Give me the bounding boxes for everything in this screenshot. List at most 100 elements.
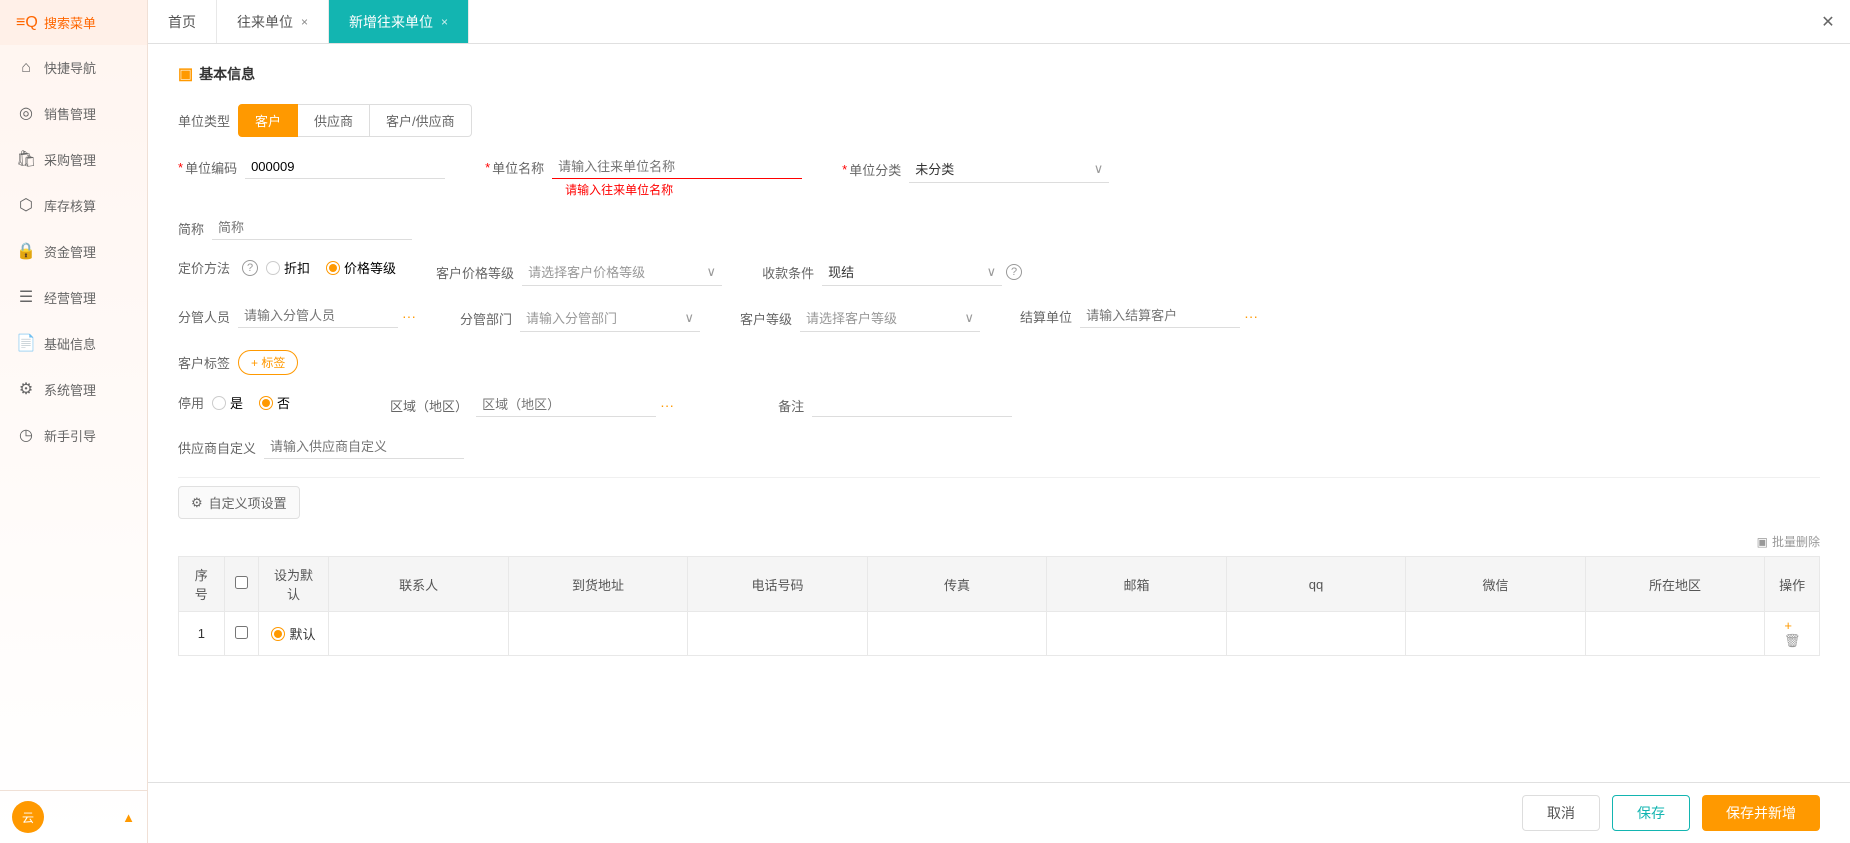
code-input[interactable] [245, 155, 445, 179]
dept-select[interactable]: 请输入分管部门 ∨ [520, 304, 700, 332]
col-email: 邮箱 [1047, 557, 1226, 612]
sidebar-item-sales[interactable]: ◎ 销售管理 [0, 90, 147, 136]
unit-type-label: 单位类型 [178, 111, 230, 130]
table-select-all[interactable] [235, 576, 248, 589]
cell-check [224, 612, 258, 656]
radio-price-level[interactable]: 价格等级 [326, 258, 396, 277]
shortname-input[interactable] [212, 216, 412, 240]
region-input[interactable] [476, 393, 656, 417]
contact-input[interactable] [339, 626, 497, 641]
pricing-label: 定价方法 [178, 258, 230, 277]
window-close-button[interactable]: ✕ [1806, 0, 1850, 43]
default-radio[interactable]: 默认 [269, 624, 319, 643]
radio-discount[interactable]: 折扣 [266, 258, 310, 277]
tab-home[interactable]: 首页 [148, 0, 217, 43]
name-input[interactable] [552, 155, 802, 179]
settle-label: 结算单位 [1020, 307, 1072, 326]
tab-new-contact-close[interactable]: × [441, 15, 448, 29]
email-input[interactable] [1057, 626, 1215, 641]
add-tag-button[interactable]: + 标签 [238, 350, 298, 375]
col-fax: 传真 [867, 557, 1046, 612]
radio-yes-circle [212, 396, 226, 410]
cell-wechat [1406, 612, 1585, 656]
save-button[interactable]: 保存 [1612, 795, 1690, 831]
tab-contacts-close[interactable]: × [301, 15, 308, 29]
customer-level-arrow-icon: ∨ [965, 310, 975, 326]
radio-yes-label: 是 [230, 393, 243, 412]
qq-input[interactable] [1237, 626, 1396, 641]
price-level-select[interactable]: 请选择客户价格等级 ∨ [522, 258, 722, 286]
dept-field: 分管部门 请输入分管部门 ∨ [460, 304, 700, 332]
payment-select[interactable]: 现结 ∨ [822, 258, 1002, 286]
contacts-table: 序号 设为默认 联系人 到货地址 电话号码 传真 邮箱 qq 微信 所在地区 操… [178, 556, 1820, 656]
sidebar-item-guide[interactable]: ◷ 新手引导 [0, 412, 147, 458]
code-required: * [178, 160, 183, 175]
row-checkbox[interactable] [235, 626, 248, 639]
pricing-help-icon[interactable]: ? [242, 260, 258, 276]
settle-more-btn[interactable]: ··· [1240, 308, 1262, 324]
operations-icon: ☰ [16, 287, 36, 307]
manager-row: 分管人员 ··· 分管部门 请输入分管部门 ∨ 客户等级 请选择客户等级 ∨ 结… [178, 304, 1820, 332]
manager-input[interactable] [238, 304, 398, 328]
custom-setting-button[interactable]: ⚙ 自定义项设置 [178, 486, 300, 519]
price-level-arrow-icon: ∨ [707, 264, 717, 280]
supplier-custom-input[interactable] [264, 435, 464, 459]
sidebar-item-purchase[interactable]: 🛍 采购管理 [0, 136, 147, 182]
fax-input[interactable] [878, 626, 1036, 641]
row-delete-btn[interactable]: 🗑 [1784, 633, 1801, 648]
sidebar-item-inventory[interactable]: ⬡ 库存核算 [0, 182, 147, 228]
tab-contacts[interactable]: 往来单位 × [217, 0, 329, 43]
manager-more-btn[interactable]: ··· [398, 308, 420, 324]
save-new-button[interactable]: 保存并新增 [1702, 795, 1820, 831]
sidebar-item-operations[interactable]: ☰ 经营管理 [0, 274, 147, 320]
cancel-button[interactable]: 取消 [1522, 795, 1600, 831]
sidebar-item-label: 经营管理 [44, 288, 96, 307]
wechat-input[interactable] [1416, 626, 1574, 641]
payment-label: 收款条件 [762, 263, 814, 282]
type-btn-both[interactable]: 客户/供应商 [370, 104, 472, 137]
col-seq: 序号 [179, 557, 225, 612]
radio-yes[interactable]: 是 [212, 393, 243, 412]
region-more-btn[interactable]: ··· [656, 397, 678, 413]
tab-new-contact-label: 新增往来单位 [349, 12, 433, 32]
address-input[interactable] [519, 626, 677, 641]
table-header: 序号 设为默认 联系人 到货地址 电话号码 传真 邮箱 qq 微信 所在地区 操… [179, 557, 1820, 612]
supplier-custom-field: 供应商自定义 [178, 435, 464, 459]
section-icon: ▣ [178, 64, 193, 84]
table-body: 1 默认 [179, 612, 1820, 656]
purchase-icon: 🛍 [16, 149, 36, 169]
type-btn-supplier[interactable]: 供应商 [298, 104, 370, 137]
sidebar-item-nav[interactable]: ⌂ 快捷导航 [0, 45, 147, 90]
cell-action: + 🗑 [1765, 612, 1820, 656]
tab-new-contact[interactable]: 新增往来单位 × [329, 0, 469, 43]
type-btn-customer[interactable]: 客户 [238, 104, 298, 137]
dept-label: 分管部门 [460, 309, 512, 328]
price-level-placeholder: 请选择客户价格等级 [528, 262, 645, 281]
code-name-row: * 单位编码 * 单位名称 请输入往来单位名称 * 单位分类 未分类 ∨ [178, 155, 1820, 198]
sidebar-item-label: 采购管理 [44, 150, 96, 169]
supplier-custom-row: 供应商自定义 [178, 435, 1820, 459]
payment-field: 收款条件 现结 ∨ ? [762, 258, 1022, 286]
category-select[interactable]: 未分类 ∨ [909, 155, 1109, 183]
search-icon: ≡Q [16, 14, 36, 32]
phone-input[interactable] [698, 626, 856, 641]
remark-input[interactable] [812, 393, 1012, 417]
settle-field: 结算单位 ··· [1020, 304, 1262, 328]
tags-row: 客户标签 + 标签 [178, 350, 1820, 375]
batch-delete-label[interactable]: 批量删除 [1772, 533, 1820, 550]
payment-help-icon[interactable]: ? [1006, 264, 1022, 280]
cell-default: 默认 [258, 612, 329, 656]
settle-input[interactable] [1080, 304, 1240, 328]
batch-delete-area: ▣ 批量删除 [178, 533, 1820, 550]
sidebar-item-search[interactable]: ≡Q 搜索菜单 [0, 0, 147, 45]
sales-icon: ◎ [16, 103, 36, 123]
row-add-btn[interactable]: + [1784, 618, 1792, 633]
sidebar-item-finance[interactable]: 🔒 资金管理 [0, 228, 147, 274]
section-title: ▣ 基本信息 [178, 64, 1820, 84]
sidebar-item-basics[interactable]: 📄 基础信息 [0, 320, 147, 366]
sidebar-item-system[interactable]: ⚙ 系统管理 [0, 366, 147, 412]
radio-no[interactable]: 否 [259, 393, 290, 412]
customer-level-select[interactable]: 请选择客户等级 ∨ [800, 304, 980, 332]
region-table-input[interactable] [1596, 626, 1754, 641]
custom-setting-icon: ⚙ [191, 495, 203, 511]
